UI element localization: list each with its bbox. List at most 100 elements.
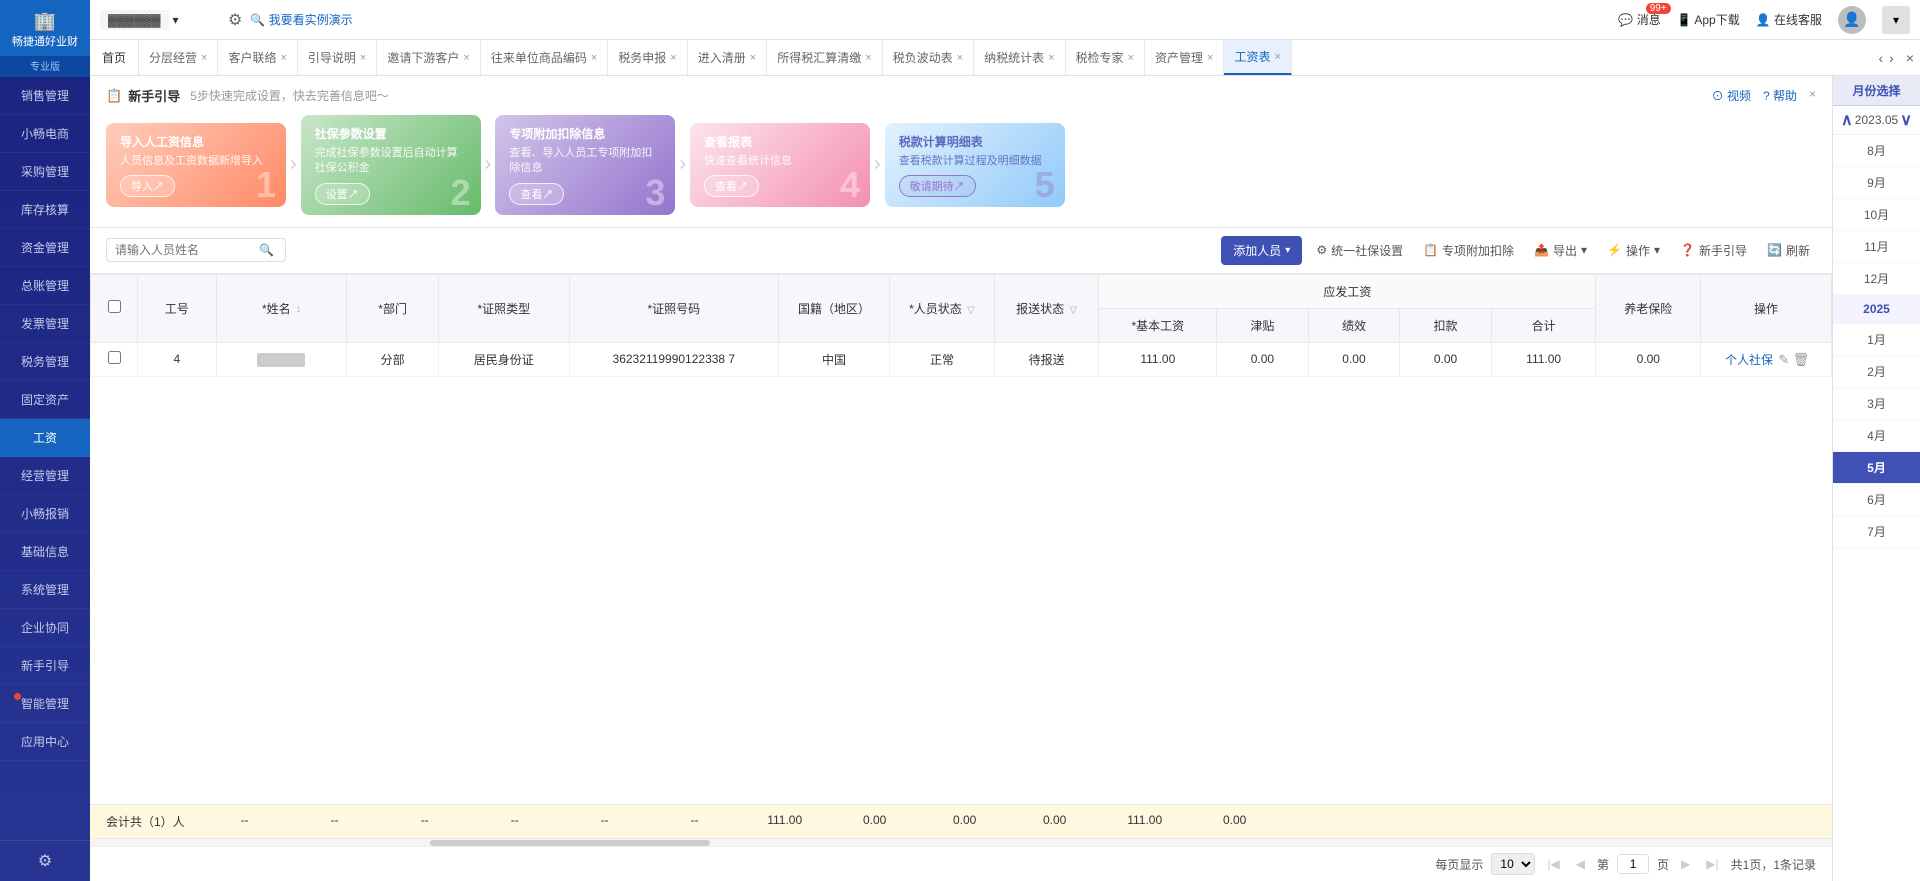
sidebar-item-ledger[interactable]: 总账管理 (0, 267, 90, 305)
header-right: 💬 消息 99+ 📱 App下载 👤 在线客服 👤 ▾ (1618, 6, 1910, 34)
sidebar-item-apps[interactable]: 应用中心 (0, 723, 90, 761)
tab-close-all-icon[interactable]: × (1900, 50, 1920, 66)
step-3-btn[interactable]: 查看↗ (509, 183, 564, 205)
tab-contact[interactable]: 客户联络 × (218, 40, 297, 75)
last-page-btn[interactable]: ▶| (1702, 855, 1722, 873)
step-2-btn[interactable]: 设置↗ (315, 183, 370, 205)
tab-home[interactable]: 首页 (90, 40, 139, 75)
month-item-9[interactable]: 9月 (1833, 167, 1920, 199)
delete-icon[interactable]: 🗑 (1793, 352, 1810, 367)
tab-guide[interactable]: 引导说明 × (298, 40, 377, 75)
export-chevron-icon: ▾ (1581, 243, 1587, 257)
tab-tax-burden[interactable]: 税负波动表 × (883, 40, 974, 75)
sidebar-item-expense[interactable]: 小畅报销 (0, 495, 90, 533)
sidebar-item-ops[interactable]: 经营管理 (0, 457, 90, 495)
tab-asset-mgr[interactable]: 资产管理 × (1145, 40, 1224, 75)
scrollbar-thumb[interactable] (430, 840, 710, 846)
first-page-btn[interactable]: |◀ (1543, 855, 1563, 873)
month-item-7[interactable]: 7月 (1833, 516, 1920, 548)
unified-insurance-btn[interactable]: ⚙ 统一社保设置 (1310, 238, 1409, 263)
year-next-icon[interactable]: ∨ (1900, 110, 1912, 130)
sidebar-item-sales[interactable]: 销售管理 (0, 77, 90, 115)
sidebar-item-guide[interactable]: 新手引导 (0, 647, 90, 685)
sidebar-item-coop[interactable]: 企业协同 (0, 609, 90, 647)
year-prev-icon[interactable]: ∧ (1841, 110, 1853, 130)
step-1-btn[interactable]: 导入↗ (120, 175, 175, 197)
tab-tax-expert[interactable]: 税检专家 × (1066, 40, 1145, 75)
search-input[interactable] (115, 243, 255, 257)
app-download-button[interactable]: 📱 App下载 (1677, 11, 1740, 28)
month-item-8[interactable]: 8月 (1833, 135, 1920, 167)
sidebar-item-base[interactable]: 基础信息 (0, 533, 90, 571)
sidebar-item-ai[interactable]: 智能管理 (0, 685, 90, 723)
chevron-down-icon[interactable]: ▾ (173, 13, 179, 27)
refresh-btn[interactable]: 🔄 刷新 (1761, 238, 1816, 263)
guide-close-icon[interactable]: × (1809, 87, 1816, 104)
month-item-5[interactable]: 5月 (1833, 452, 1920, 484)
row-select-checkbox[interactable] (108, 351, 121, 364)
per-page-select[interactable]: 10 20 50 (1491, 853, 1535, 875)
user-menu[interactable]: ▾ (1882, 6, 1910, 34)
month-item-6[interactable]: 6月 (1833, 484, 1920, 516)
operations-btn[interactable]: ⚡ 操作 ▾ (1601, 238, 1666, 263)
month-item-11[interactable]: 11月 (1833, 231, 1920, 263)
sidebar-item-ecom[interactable]: 小畅电商 (0, 115, 90, 153)
month-item-10[interactable]: 10月 (1833, 199, 1920, 231)
guide-video-link[interactable]: ⊙ 视频 (1712, 87, 1751, 104)
tab-prev-icon[interactable]: ‹ (1876, 48, 1885, 68)
next-page-btn[interactable]: ▶ (1677, 855, 1694, 873)
footer-summary: 会计共（1）人 -- -- -- -- -- -- 111.00 0.00 0.… (106, 813, 1816, 830)
edit-icon[interactable]: ✎ (1778, 352, 1789, 367)
guide-help-link[interactable]: ? 帮助 (1763, 87, 1797, 104)
avatar[interactable]: 👤 (1838, 6, 1866, 34)
export-btn[interactable]: 📤 导出 ▾ (1528, 238, 1593, 263)
select-all-checkbox[interactable] (108, 300, 121, 313)
row-checkbox[interactable] (91, 342, 138, 376)
tab-fencan[interactable]: 分层经营 × (139, 40, 218, 75)
header-settings-icon[interactable]: ⚙ (228, 10, 242, 30)
tab-tax-report[interactable]: 税务申报 × (608, 40, 687, 75)
guide-banner: 📋 新手引导 5步快速完成设置，快去完善信息吧～ ⊙ 视频 ? 帮助 × (90, 76, 1832, 228)
tab-income-tax[interactable]: 所得税汇算清缴 × (767, 40, 882, 75)
search-icon[interactable]: 🔍 (259, 243, 274, 257)
month-item-12[interactable]: 12月 (1833, 263, 1920, 295)
page-num-input[interactable] (1617, 854, 1649, 874)
tab-clear-book[interactable]: 进入清册 × (688, 40, 767, 75)
online-service-button[interactable]: 👤 在线客服 (1756, 11, 1822, 28)
year-2025-label: 2025 (1833, 295, 1920, 324)
month-item-3[interactable]: 3月 (1833, 388, 1920, 420)
sidebar-item-assets[interactable]: 固定资产 (0, 381, 90, 419)
company-selector[interactable]: ▓▓▓▓▓▓ ▾ (100, 10, 220, 30)
company-name[interactable]: ▓▓▓▓▓▓ (100, 10, 169, 30)
sidebar-item-sys[interactable]: 系统管理 (0, 571, 90, 609)
sidebar-item-funds[interactable]: 资金管理 (0, 229, 90, 267)
sidebar-edition: 专业版 (0, 56, 90, 77)
tab-goods-code[interactable]: 往来单位商品编码 × (481, 40, 608, 75)
demo-link[interactable]: 🔍 我要看实例演示 (250, 11, 352, 28)
step-4-btn[interactable]: 查看↗ (704, 175, 759, 197)
th-id: 工号 (138, 274, 216, 342)
step-arrow-2: › (481, 153, 496, 176)
sidebar-item-purchase[interactable]: 采购管理 (0, 153, 90, 191)
month-item-2[interactable]: 2月 (1833, 356, 1920, 388)
msg-button[interactable]: 💬 消息 99+ (1618, 11, 1660, 28)
special-deduction-btn[interactable]: 📋 专项附加扣除 (1417, 238, 1520, 263)
month-item-4[interactable]: 4月 (1833, 420, 1920, 452)
settings-icon[interactable]: ⚙ (0, 840, 90, 881)
new-guide-btn[interactable]: ❓ 新手引导 (1674, 238, 1753, 263)
sidebar-item-inventory[interactable]: 库存核算 (0, 191, 90, 229)
add-person-button[interactable]: 添加人员 ▾ (1221, 236, 1302, 265)
prev-page-btn[interactable]: ◀ (1572, 855, 1589, 873)
horizontal-scrollbar[interactable] (90, 838, 1832, 846)
step-4-title: 查看报表 (704, 133, 856, 150)
sidebar-item-tax[interactable]: 税务管理 (0, 343, 90, 381)
sidebar-item-invoice[interactable]: 发票管理 (0, 305, 90, 343)
tab-salary[interactable]: 工资表 × (1224, 40, 1291, 75)
sidebar-item-salary[interactable]: 工资 (0, 419, 90, 457)
step-5-btn[interactable]: 敬请期待↗ (899, 175, 976, 197)
tab-invite[interactable]: 邀请下游客户 × (377, 40, 480, 75)
personal-insurance-link[interactable]: 个人社保 (1725, 353, 1773, 367)
tab-next-icon[interactable]: › (1887, 48, 1896, 68)
month-item-1[interactable]: 1月 (1833, 324, 1920, 356)
tab-tax-stats[interactable]: 纳税统计表 × (974, 40, 1065, 75)
